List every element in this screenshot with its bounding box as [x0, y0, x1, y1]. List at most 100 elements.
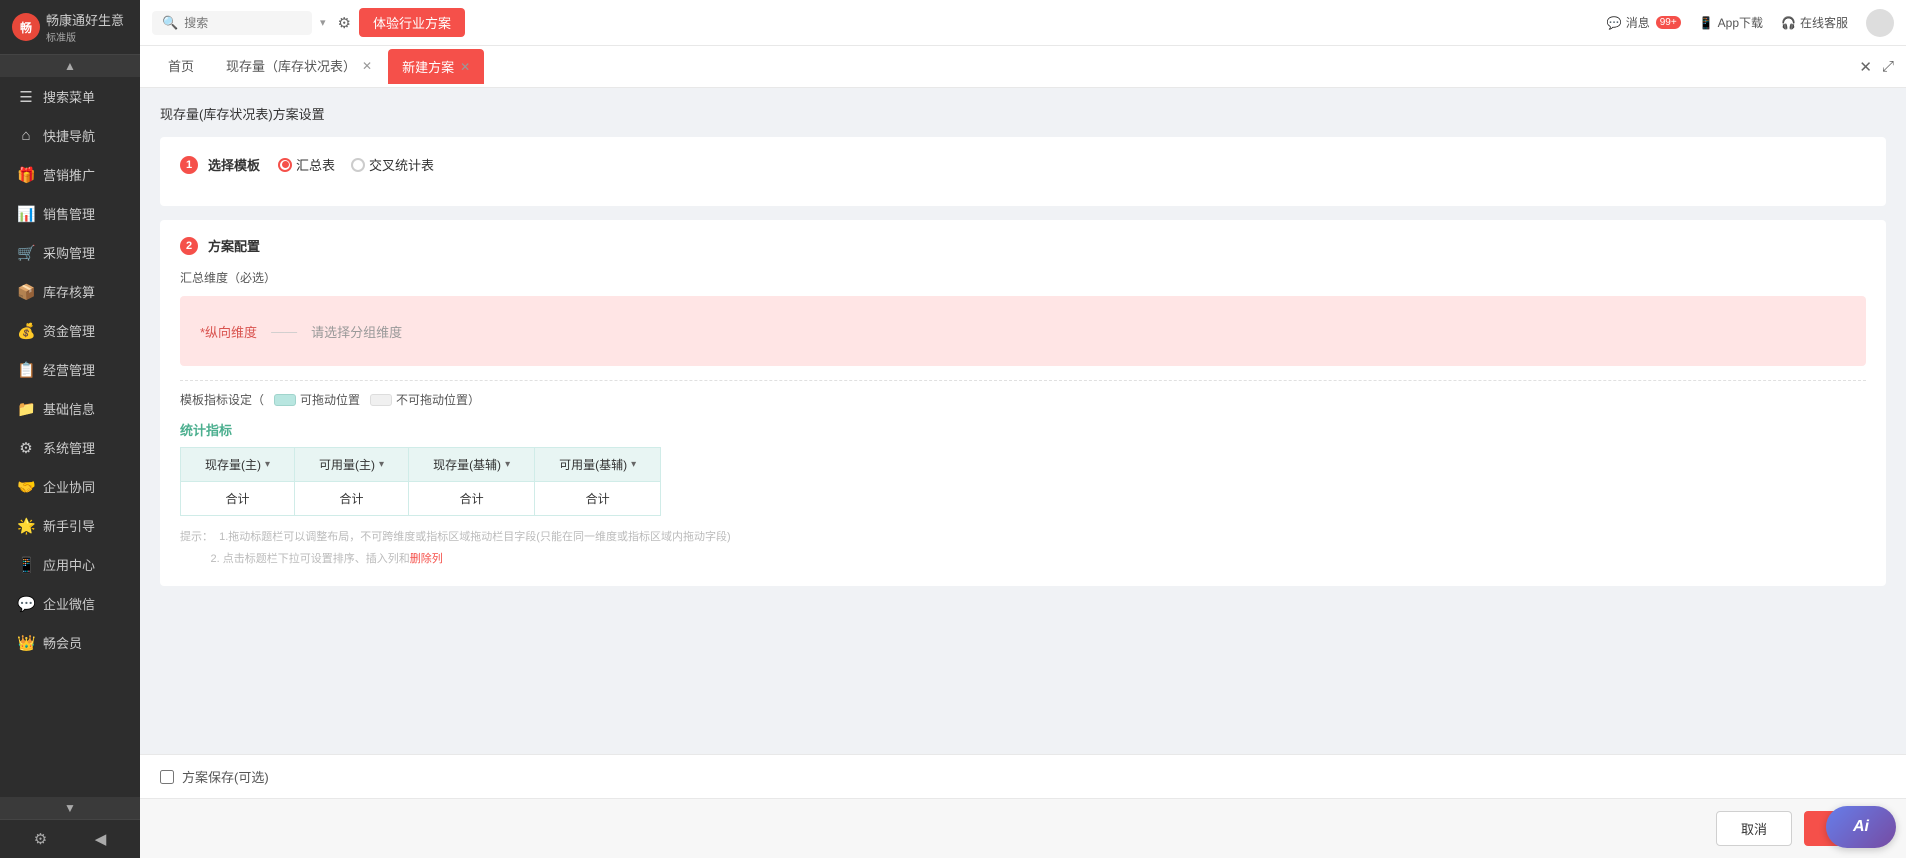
sidebar-item-purchase[interactable]: 🛒 采购管理 [0, 233, 140, 272]
main-area: 🔍 ▾ ⚙ 体验行业方案 💬 消息 99+ 📱 App下载 🎧 在线客服 [140, 0, 1906, 858]
step2-label: 方案配置 [208, 236, 260, 255]
operations-icon: 📋 [17, 361, 35, 379]
dim-placeholder: 请选择分组维度 [311, 322, 402, 341]
sidebar-item-member[interactable]: 👑 畅会员 [0, 623, 140, 662]
marketing-icon: 🎁 [17, 166, 35, 184]
step2-section: 2 方案配置 汇总维度（必选） *纵向维度 —— 请选择分组维度 模板指标设定（ [160, 220, 1886, 586]
chevron-down-icon[interactable]: ▾ [320, 16, 326, 29]
step1-section: 1 选择模板 汇总表 交叉统计表 [160, 137, 1886, 206]
search-menu-icon: ☰ [17, 88, 35, 106]
download-icon: 📱 [1699, 16, 1714, 30]
topbar-search-box[interactable]: 🔍 [152, 11, 312, 35]
sidebar-item-label: 销售管理 [43, 204, 95, 223]
tab-new-scheme-close-icon[interactable]: ✕ [460, 60, 470, 74]
trial-btn[interactable]: 体验行业方案 [359, 8, 465, 37]
cell-main-stock-total: 合计 [181, 482, 295, 516]
radio-summary-dot [278, 158, 292, 172]
message-icon: 💬 [1607, 16, 1622, 30]
step1-row: 1 选择模板 汇总表 交叉统计表 [180, 155, 1866, 174]
sidebar-item-label: 搜索菜单 [43, 87, 95, 106]
page-title: 现存量(库存状况表)方案设置 [160, 104, 1886, 123]
content: 现存量(库存状况表)方案设置 1 选择模板 汇总表 交叉统计表 [140, 88, 1906, 754]
tab-inventory-label: 现存量（库存状况表） [226, 56, 356, 75]
col-aux-avail-chevron[interactable]: ▾ [631, 459, 636, 470]
col-main-avail-header[interactable]: 可用量(主) ▾ [295, 448, 409, 482]
sidebar-item-label: 畅会员 [43, 633, 82, 652]
sidebar-item-label: 新手引导 [43, 516, 95, 535]
expand-icon[interactable]: ⤢ [1882, 58, 1894, 75]
avatar[interactable] [1866, 9, 1894, 37]
tab-home[interactable]: 首页 [152, 46, 210, 87]
sidebar-item-sales[interactable]: 📊 销售管理 [0, 194, 140, 233]
tabs-right-icons: ✕ ⤢ [1859, 58, 1894, 76]
sidebar-item-app-center[interactable]: 📱 应用中心 [0, 545, 140, 584]
sidebar-item-label: 基础信息 [43, 399, 95, 418]
save-checkbox[interactable] [160, 770, 174, 784]
sidebar-scroll-up[interactable]: ▲ [0, 55, 140, 77]
sidebar-item-label: 经营管理 [43, 360, 95, 379]
sidebar-item-system[interactable]: ⚙ 系统管理 [0, 428, 140, 467]
sidebar-item-label: 企业协同 [43, 477, 95, 496]
quick-nav-icon: ⌂ [17, 127, 35, 144]
bottom-bar: 取消 查询 [140, 798, 1906, 858]
radio-cross-dot [351, 158, 365, 172]
template-indicator-row: 模板指标设定（ 可拖动位置 不可拖动位置） [180, 391, 1866, 408]
inventory-icon: 📦 [17, 283, 35, 301]
col-aux-avail-header[interactable]: 可用量(基辅) ▾ [535, 448, 661, 482]
sidebar-item-enterprise[interactable]: 🤝 企业协同 [0, 467, 140, 506]
app-download-btn[interactable]: 📱 App下载 [1699, 14, 1763, 31]
hint1: 提示： 1.拖动标题栏可以调整布局，不可跨维度或指标区域拖动栏目字段(只能在同一… [180, 526, 1866, 548]
sidebar-item-wechat[interactable]: 💬 企业微信 [0, 584, 140, 623]
sidebar-item-search-menu[interactable]: ☰ 搜索菜单 [0, 77, 140, 116]
cancel-button[interactable]: 取消 [1716, 811, 1792, 846]
toggle-sidebar-icon[interactable]: ◀ [95, 830, 107, 848]
hint2: 2. 点击标题栏下拉可设置排序、插入列和删除列 [180, 548, 1866, 570]
sidebar-item-operations[interactable]: 📋 经营管理 [0, 350, 140, 389]
tab-inventory-close-icon[interactable]: ✕ [362, 59, 372, 73]
col-main-stock-header[interactable]: 现存量(主) ▾ [181, 448, 295, 482]
col-main-avail-chevron[interactable]: ▾ [379, 459, 384, 470]
sidebar-item-finance[interactable]: 💰 资金管理 [0, 311, 140, 350]
customer-service-btn[interactable]: 🎧 在线客服 [1781, 14, 1848, 31]
stats-table: 现存量(主) ▾ 可用量(主) ▾ [180, 447, 661, 516]
sidebar-item-basic-info[interactable]: 📁 基础信息 [0, 389, 140, 428]
sidebar-item-inventory[interactable]: 📦 库存核算 [0, 272, 140, 311]
sidebar-item-label: 应用中心 [43, 555, 95, 574]
stats-section-label: 统计指标 [180, 420, 1866, 439]
finance-icon: 💰 [17, 322, 35, 340]
gear-icon[interactable]: ⚙ [338, 14, 351, 32]
tab-new-scheme[interactable]: 新建方案 ✕ [388, 49, 484, 84]
tab-inventory-status[interactable]: 现存量（库存状况表） ✕ [210, 46, 388, 87]
col-main-stock-chevron[interactable]: ▾ [265, 459, 270, 470]
sidebar-item-marketing[interactable]: 🎁 营销推广 [0, 155, 140, 194]
col-aux-stock-header[interactable]: 现存量(基辅) ▾ [409, 448, 535, 482]
sidebar-item-label: 企业微信 [43, 594, 95, 613]
topbar-right: 💬 消息 99+ 📱 App下载 🎧 在线客服 [1607, 9, 1894, 37]
step2-row: 2 方案配置 [180, 236, 1866, 255]
app-center-icon: 📱 [17, 556, 35, 574]
radio-summary[interactable]: 汇总表 [278, 155, 335, 174]
close-panel-icon[interactable]: ✕ [1859, 58, 1872, 76]
step1-badge: 1 [180, 156, 198, 174]
radio-cross[interactable]: 交叉统计表 [351, 155, 434, 174]
sidebar-scroll-down[interactable]: ▼ [0, 797, 140, 819]
ai-bubble[interactable]: Ai [1826, 806, 1896, 848]
sales-icon: 📊 [17, 205, 35, 223]
message-btn[interactable]: 💬 消息 99+ [1607, 14, 1681, 31]
hints-area: 提示： 1.拖动标题栏可以调整布局，不可跨维度或指标区域拖动栏目字段(只能在同一… [180, 526, 1866, 570]
summary-dim-label: 汇总维度（必选） [180, 269, 1866, 286]
save-row: 方案保存(可选) [140, 754, 1906, 798]
search-input[interactable] [184, 16, 294, 30]
tab-bar: 首页 现存量（库存状况表） ✕ 新建方案 ✕ ✕ ⤢ [140, 46, 1906, 88]
sidebar-item-newcomer[interactable]: 🌟 新手引导 [0, 506, 140, 545]
sidebar-logo-text: 畅康通好生意 标准版 [46, 10, 124, 44]
cell-main-avail-total: 合计 [295, 482, 409, 516]
save-label: 方案保存(可选) [182, 767, 269, 786]
dimension-select-area[interactable]: *纵向维度 —— 请选择分组维度 [180, 296, 1866, 366]
settings-icon[interactable]: ⚙ [34, 830, 47, 848]
sidebar-item-label: 库存核算 [43, 282, 95, 301]
sidebar-item-quick-nav[interactable]: ⌂ 快捷导航 [0, 116, 140, 155]
non-draggable-box [370, 394, 392, 406]
legend-draggable-label: 可拖动位置 [300, 391, 360, 408]
col-aux-stock-chevron[interactable]: ▾ [505, 459, 510, 470]
